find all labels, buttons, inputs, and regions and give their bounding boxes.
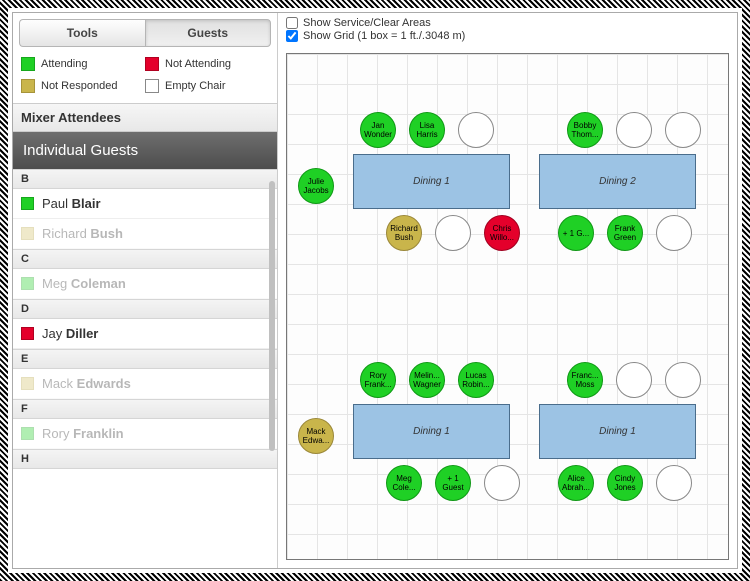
seat-empty[interactable] [484, 465, 520, 501]
seat-empty[interactable] [665, 112, 701, 148]
legend-label: Empty Chair [165, 80, 226, 92]
letter-header: F [13, 399, 277, 419]
seat-empty[interactable] [656, 215, 692, 251]
legend-swatch-not-attending [145, 57, 159, 71]
legend-label: Not Attending [165, 58, 231, 70]
seat-occupied[interactable]: Meg Cole... [386, 465, 422, 501]
seat-occupied[interactable]: Lucas Robin... [458, 362, 494, 398]
status-dot [21, 327, 34, 340]
letter-header: E [13, 349, 277, 369]
status-dot [21, 377, 34, 390]
guest-row[interactable]: Mack Edwards [13, 369, 277, 399]
seat-occupied[interactable]: + 1 Guest [435, 465, 471, 501]
seat-empty[interactable] [435, 215, 471, 251]
seat-occupied[interactable]: Rory Frank... [360, 362, 396, 398]
dining-table[interactable]: Dining 1 [353, 404, 510, 459]
mixer-header: Mixer Attendees [13, 103, 277, 132]
show-service-label: Show Service/Clear Areas [303, 17, 431, 29]
status-dot [21, 427, 34, 440]
seat-occupied[interactable]: Mack Edwa... [298, 418, 334, 454]
status-dot [21, 197, 34, 210]
legend-label: Not Responded [41, 80, 117, 92]
show-service-checkbox[interactable] [286, 17, 298, 29]
seat-empty[interactable] [616, 362, 652, 398]
seat-occupied[interactable]: Bobby Thom... [567, 112, 603, 148]
seat-occupied[interactable]: Jan Wonder [360, 112, 396, 148]
guest-row[interactable]: Richard Bush [13, 219, 277, 249]
letter-header: H [13, 449, 277, 469]
guest-name: Jay Diller [42, 326, 98, 341]
guest-name: Paul Blair [42, 196, 101, 211]
tab-guests[interactable]: Guests [145, 19, 272, 47]
guest-row[interactable]: Paul Blair [13, 189, 277, 219]
guest-name: Richard Bush [42, 226, 123, 241]
seat-empty[interactable] [665, 362, 701, 398]
seat-occupied[interactable]: Cindy Jones [607, 465, 643, 501]
floorplan-canvas[interactable]: Show Service/Clear Areas Show Grid (1 bo… [278, 13, 737, 568]
seat-occupied[interactable]: Julie Jacobs [298, 168, 334, 204]
seat-occupied[interactable]: Frank Green [607, 215, 643, 251]
legend: Attending Not Attending Not Responded Em… [13, 47, 277, 103]
guest-row[interactable]: Rory Franklin [13, 419, 277, 449]
scrollbar[interactable] [269, 181, 275, 451]
show-grid-checkbox[interactable] [286, 30, 298, 42]
seat-occupied[interactable]: Melin... Wagner [409, 362, 445, 398]
letter-header: B [13, 169, 277, 189]
seat-empty[interactable] [458, 112, 494, 148]
legend-swatch-empty [145, 79, 159, 93]
sidebar: Tools Guests Attending Not Attending Not… [13, 13, 278, 568]
guest-list: B Paul Blair Richard Bush C Meg Coleman D Jay … [13, 169, 277, 568]
show-grid-toggle[interactable]: Show Grid (1 box = 1 ft./.3048 m) [286, 30, 729, 42]
letter-header: C [13, 249, 277, 269]
seat-occupied[interactable]: Alice Abrah... [558, 465, 594, 501]
guest-row[interactable]: Jay Diller [13, 319, 277, 349]
dining-table[interactable]: Dining 1 [353, 154, 510, 209]
show-grid-label: Show Grid (1 box = 1 ft./.3048 m) [303, 30, 465, 42]
guest-name: Mack Edwards [42, 376, 131, 391]
guest-row[interactable]: Meg Coleman [13, 269, 277, 299]
seat-occupied[interactable]: + 1 G... [558, 215, 594, 251]
tab-tools[interactable]: Tools [19, 19, 145, 47]
seat-empty[interactable] [656, 465, 692, 501]
seat-occupied[interactable]: Franc... Moss [567, 362, 603, 398]
legend-label: Attending [41, 58, 87, 70]
dining-table[interactable]: Dining 2 [539, 154, 696, 209]
floor-grid[interactable]: Dining 1 Dining 2 Dining 1 Dining 1 Julie Ja… [286, 53, 729, 560]
legend-swatch-not-responded [21, 79, 35, 93]
legend-swatch-attending [21, 57, 35, 71]
guest-name: Rory Franklin [42, 426, 124, 441]
individual-guests-header[interactable]: Individual Guests [13, 132, 277, 169]
seat-empty[interactable] [616, 112, 652, 148]
guest-name: Meg Coleman [42, 276, 126, 291]
seat-occupied[interactable]: Lisa Harris [409, 112, 445, 148]
seat-occupied[interactable]: Richard Bush [386, 215, 422, 251]
show-service-toggle[interactable]: Show Service/Clear Areas [286, 17, 729, 29]
status-dot [21, 227, 34, 240]
status-dot [21, 277, 34, 290]
letter-header: D [13, 299, 277, 319]
dining-table[interactable]: Dining 1 [539, 404, 696, 459]
seat-occupied[interactable]: Chris Willo... [484, 215, 520, 251]
